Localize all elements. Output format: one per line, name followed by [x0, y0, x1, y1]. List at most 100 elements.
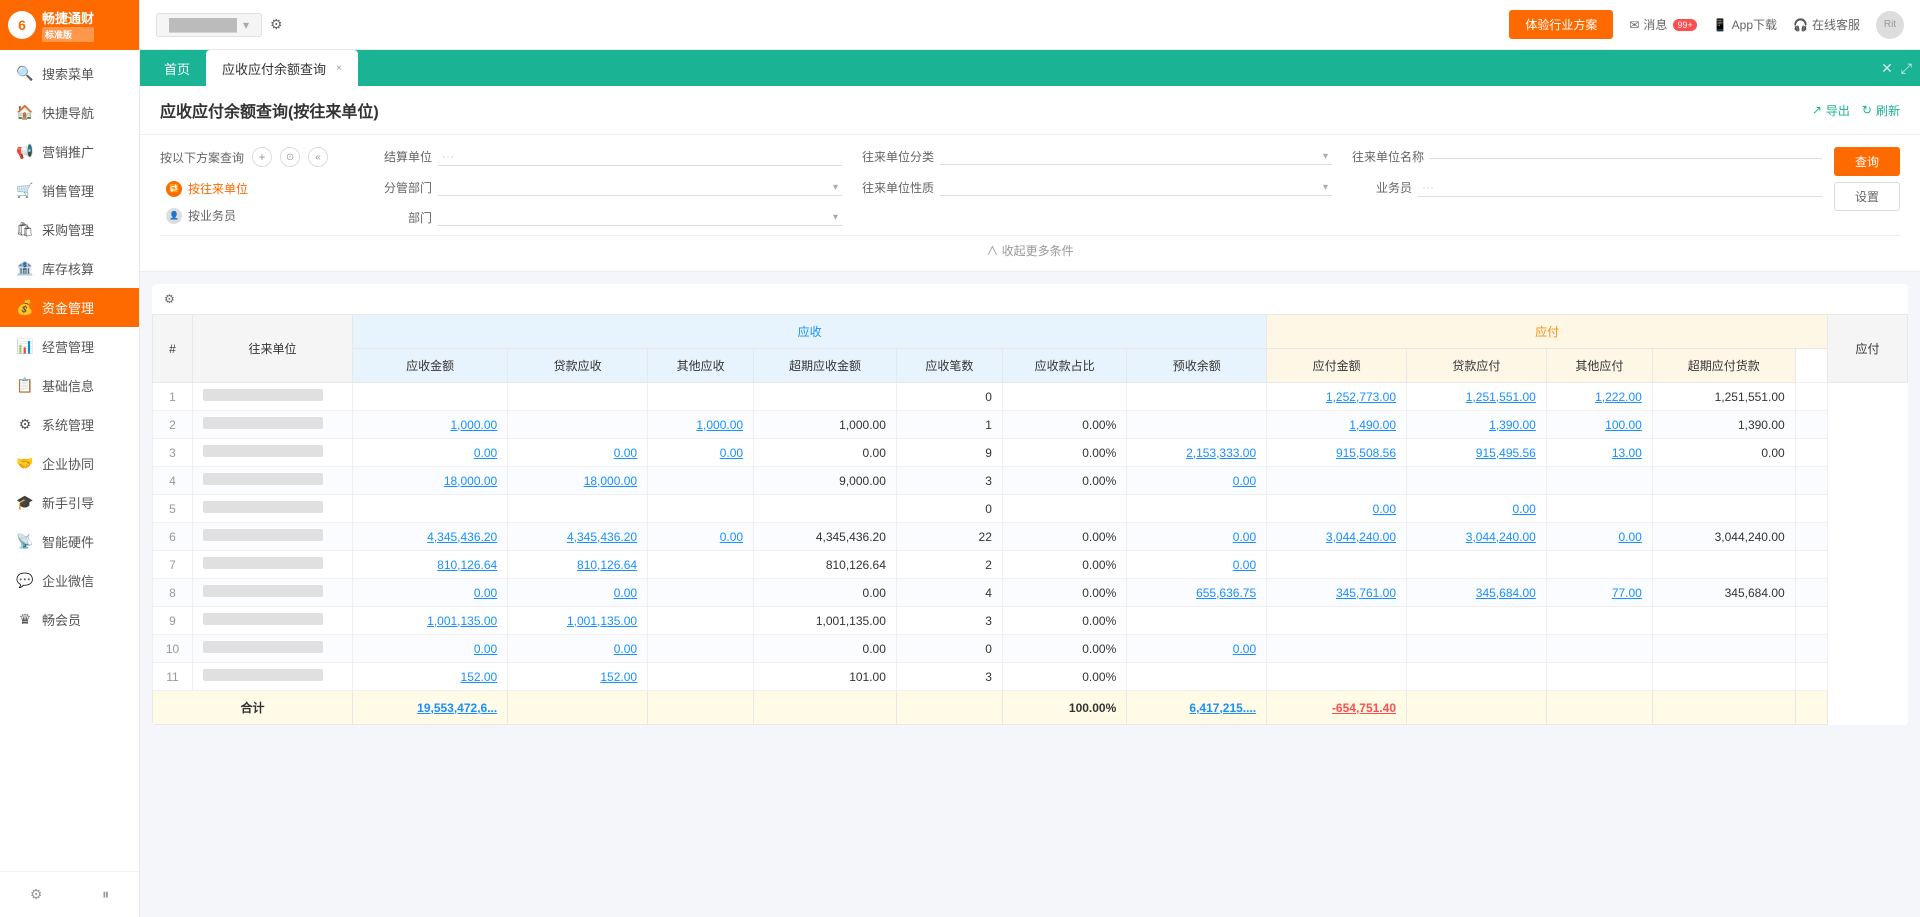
tab-close-btn[interactable]: ×	[336, 63, 342, 74]
sidebar-item-operations[interactable]: 📊 经营管理	[0, 327, 139, 366]
app-download-btn[interactable]: 📱 App下载	[1713, 16, 1777, 33]
table-cell[interactable]: 4,345,436.20	[508, 523, 648, 551]
logo-text: 畅捷通财 标准版	[42, 8, 94, 42]
topbar: ████████ ▾ ⚙ 体验行业方案 ✉ 消息 99+ 📱 App下载 🎧	[140, 0, 1920, 50]
query-method-by-staff[interactable]: 👤 按业务员	[160, 204, 360, 227]
sidebar-item-quick-nav[interactable]: 🏠 快捷导航	[0, 93, 139, 132]
export-label: 导出	[1826, 102, 1850, 119]
refresh-button[interactable]: ↻ 刷新	[1862, 102, 1900, 119]
table-cell[interactable]: 1,001,135.00	[353, 607, 508, 635]
table-cell[interactable]: 1,252,773.00	[1267, 383, 1407, 411]
tab-close-all-btn[interactable]: ✕	[1881, 60, 1893, 77]
table-cell[interactable]: 0.00	[508, 635, 648, 663]
sidebar-item-system[interactable]: ⚙ 系统管理	[0, 405, 139, 444]
table-cell[interactable]: 0.00	[353, 635, 508, 663]
sidebar-item-member[interactable]: ♛ 畅会员	[0, 600, 139, 639]
table-cell[interactable]: 0.00	[1127, 551, 1267, 579]
table-cell[interactable]: 152.00	[353, 663, 508, 691]
managed-dept-dropdown[interactable]: ▾	[833, 182, 838, 193]
partner-nature-dropdown[interactable]: ▾	[1323, 182, 1328, 193]
tab-ar-query[interactable]: 应收应付余额查询 ×	[206, 50, 358, 86]
query-add-scheme-btn[interactable]: +	[252, 147, 272, 167]
table-cell[interactable]: 915,495.56	[1407, 439, 1547, 467]
table-cell[interactable]: 1,390.00	[1407, 411, 1547, 439]
table-cell[interactable]: 1,251,551.00	[1407, 383, 1547, 411]
sidebar-item-basic-info[interactable]: 📋 基础信息	[0, 366, 139, 405]
export-button[interactable]: ↗ 导出	[1812, 102, 1850, 119]
table-cell[interactable]: 345,761.00	[1267, 579, 1407, 607]
table-cell[interactable]: 0.00	[353, 439, 508, 467]
sidebar-settings-btn[interactable]: ⚙	[22, 882, 51, 907]
table-cell[interactable]: 0.00	[1127, 635, 1267, 663]
sidebar-collapse-btn[interactable]: ⏸	[94, 882, 117, 907]
table-cell[interactable]: 0.00	[648, 523, 754, 551]
query-method-by-unit[interactable]: 🔁 按往来单位	[160, 177, 360, 200]
user-avatar[interactable]: Rit	[1876, 11, 1904, 39]
table-cell[interactable]: 4,345,436.20	[353, 523, 508, 551]
tab-expand-btn[interactable]: ⤢	[1901, 60, 1912, 77]
dept-dropdown[interactable]: ▾	[833, 212, 838, 223]
table-cell	[648, 663, 754, 691]
table-cell[interactable]: 152.00	[508, 663, 648, 691]
industry-plan-button[interactable]: 体验行业方案	[1509, 10, 1613, 39]
table-cell[interactable]: 0.00	[1407, 495, 1547, 523]
collapse-btn[interactable]: ∧ 收起更多条件	[986, 244, 1073, 258]
query-button[interactable]: 查询	[1834, 147, 1900, 176]
table-cell[interactable]: 0.00	[1546, 523, 1652, 551]
sidebar-item-inventory[interactable]: 🏦 库存核算	[0, 249, 139, 288]
table-cell[interactable]: 810,126.64	[353, 551, 508, 579]
table-cell-unit	[193, 663, 353, 691]
table-cell	[1652, 551, 1795, 579]
online-service-btn[interactable]: 🎧 在线客服	[1793, 16, 1860, 33]
table-cell[interactable]: 3,044,240.00	[1267, 523, 1407, 551]
sidebar-item-purchase[interactable]: 🛍 采购管理	[0, 210, 139, 249]
sidebar-item-wechat[interactable]: 💬 企业微信	[0, 561, 139, 600]
table-cell[interactable]: 1,222.00	[1546, 383, 1652, 411]
partner-category-dropdown[interactable]: ▾	[1323, 151, 1328, 162]
table-cell[interactable]: 77.00	[1546, 579, 1652, 607]
breadcrumb-dropdown[interactable]: ▾	[243, 18, 249, 32]
app-logo: 6 畅捷通财 标准版	[0, 0, 139, 50]
query-scheme-collapse-btn[interactable]: «	[308, 147, 328, 167]
sidebar-item-finance[interactable]: 💰 资金管理	[0, 288, 139, 327]
table-cell[interactable]: 1,000.00	[648, 411, 754, 439]
table-cell[interactable]: 18,000.00	[508, 467, 648, 495]
table-cell[interactable]: 0.00	[508, 579, 648, 607]
table-cell[interactable]: 915,508.56	[1267, 439, 1407, 467]
tab-home[interactable]: 首页	[148, 50, 206, 86]
cart-icon: 🛒	[16, 182, 34, 199]
avatar-text: Rit	[1884, 19, 1896, 30]
table-cell[interactable]: 0.00	[508, 439, 648, 467]
table-cell[interactable]: 1,000.00	[353, 411, 508, 439]
sidebar-item-hardware[interactable]: 📡 智能硬件	[0, 522, 139, 561]
table-cell[interactable]: 655,636.75	[1127, 579, 1267, 607]
topbar-settings-icon[interactable]: ⚙	[270, 16, 283, 33]
table-cell[interactable]: 0.00	[353, 579, 508, 607]
table-cell	[1127, 663, 1267, 691]
table-cell[interactable]: 345,684.00	[1407, 579, 1547, 607]
table-cell[interactable]: 1,001,135.00	[508, 607, 648, 635]
table-cell[interactable]: 0.00	[648, 439, 754, 467]
settings-button[interactable]: 设置	[1834, 182, 1900, 211]
table-cell[interactable]: 2,153,333.00	[1127, 439, 1267, 467]
sidebar-item-sales[interactable]: 🛒 销售管理	[0, 171, 139, 210]
table-cell[interactable]: 3,044,240.00	[1407, 523, 1547, 551]
notification-btn[interactable]: ✉ 消息 99+	[1629, 16, 1696, 33]
table-cell[interactable]: 13.00	[1546, 439, 1652, 467]
table-cell: 0.00	[754, 439, 897, 467]
table-cell[interactable]: 18,000.00	[353, 467, 508, 495]
table-cell[interactable]: 1,490.00	[1267, 411, 1407, 439]
sidebar-item-enterprise[interactable]: 🤝 企业协同	[0, 444, 139, 483]
table-cell[interactable]: 0.00	[1267, 495, 1407, 523]
table-cell[interactable]: 0.00	[1127, 467, 1267, 495]
table-gear-icon[interactable]: ⚙	[164, 292, 175, 306]
table-cell[interactable]: 0.00	[1127, 523, 1267, 551]
notification-label: 消息	[1643, 16, 1667, 33]
query-scheme-edit-btn[interactable]: ⊙	[280, 147, 300, 167]
logo-char: 6	[18, 17, 26, 33]
sidebar-item-guide[interactable]: 🎓 新手引导	[0, 483, 139, 522]
sidebar-item-search[interactable]: 🔍 搜索菜单	[0, 54, 139, 93]
table-cell[interactable]: 100.00	[1546, 411, 1652, 439]
table-cell[interactable]: 810,126.64	[508, 551, 648, 579]
sidebar-item-marketing[interactable]: 📢 营销推广	[0, 132, 139, 171]
